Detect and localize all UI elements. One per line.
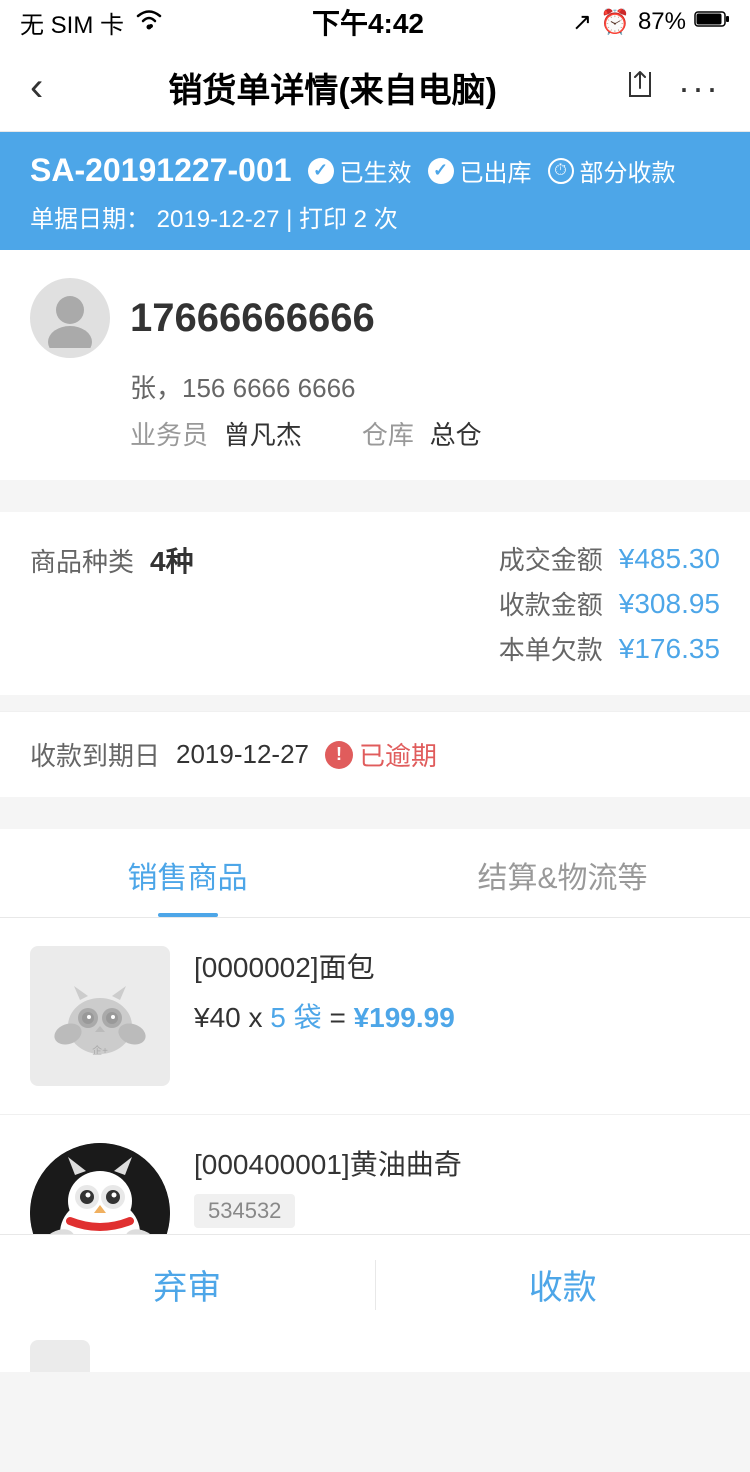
overdue-icon: ! [325,741,353,769]
bottom-spacer [0,1372,750,1472]
wifi-icon [134,8,164,37]
nav-bar: ‹ 销货单详情(来自电脑) ··· [0,44,750,132]
overdue-text: 已逾期 [359,736,437,773]
alarm-icon: ⏰ [600,8,630,37]
tabs-section: 销售商品 结算&物流等 [0,829,750,918]
summary-section: 商品种类 4种 成交金额 ¥485.30 收款金额 ¥308.95 本单欠款 ¥… [0,512,750,695]
clock-icon: ⏱ [548,158,574,184]
page-title: 销货单详情(来自电脑) [168,63,497,112]
more-icon[interactable]: ··· [678,67,720,109]
status-badge-active: ✓ 已生效 [308,153,412,188]
bottom-bar: 弃审 收款 [0,1234,750,1334]
tab-settlement[interactable]: 结算&物流等 [375,829,750,917]
status-right: ↗ ⏰ 87% [572,8,730,37]
status-bar: 无 SIM 卡 下午4:42 ↗ ⏰ 87% [0,0,750,44]
status-badge-partial: ⏱ 部分收款 [548,153,676,188]
check-icon-shipped: ✓ [428,158,454,184]
customer-phone: 17666666666 [130,296,375,341]
check-icon-active: ✓ [308,158,334,184]
product-info-1: [0000002]面包 ¥40 x 5 袋 = ¥199.99 [194,946,720,1086]
customer-sub-info: 张，156 6666 6666 [130,368,720,405]
share-icon[interactable] [622,66,658,110]
back-button[interactable]: ‹ [30,65,43,110]
battery-icon [694,8,730,36]
summary-left: 商品种类 4种 [30,540,194,667]
product-thumb-3 [30,1340,90,1372]
nav-actions: ··· [622,66,720,110]
status-badge-shipped: ✓ 已出库 [428,153,532,188]
customer-section: 17666666666 张，156 6666 6666 业务员 曾凡杰 仓库 总… [0,250,750,480]
separator-1 [0,496,750,512]
overdue-badge: ! 已逾期 [325,736,437,773]
order-meta: 单据日期： 2019-12-27 | 打印 2 次 [30,199,720,234]
summary-right: 成交金额 ¥485.30 收款金额 ¥308.95 本单欠款 ¥176.35 [499,540,720,667]
sim-status: 无 SIM 卡 [20,5,124,40]
separator-2 [0,797,750,813]
product-sku-2: 534532 [194,1194,295,1228]
battery-percent: 87% [638,8,686,36]
order-id: SA-20191227-001 [30,152,292,189]
product-name-2: [000400001]黄油曲奇 [194,1143,720,1183]
product-name-1: [0000002]面包 [194,946,720,986]
status-left: 无 SIM 卡 [20,5,164,40]
avatar [30,278,110,358]
order-banner: SA-20191227-001 ✓ 已生效 ✓ 已出库 ⏱ 部分收款 单据日期：… [0,132,750,250]
customer-info-row: 业务员 曾凡杰 仓库 总仓 [130,415,720,452]
collect-payment-button[interactable]: 收款 [376,1240,750,1329]
due-section: 收款到期日 2019-12-27 ! 已逾期 [0,712,750,797]
location-icon: ↗ [572,8,592,37]
product-thumb-1: 企+ [30,946,170,1086]
warehouse-info: 仓库 总仓 [362,415,482,452]
status-time: 下午4:42 [312,2,424,42]
svg-text:企+: 企+ [92,1044,108,1056]
product-item-1: 企+ [0000002]面包 ¥40 x 5 袋 = ¥199.99 [0,918,750,1115]
tab-sales-products[interactable]: 销售商品 [0,829,375,917]
sales-info: 业务员 曾凡杰 [130,415,302,452]
abandon-review-button[interactable]: 弃审 [0,1240,375,1329]
product-price-1: ¥40 x 5 袋 = ¥199.99 [194,996,720,1036]
